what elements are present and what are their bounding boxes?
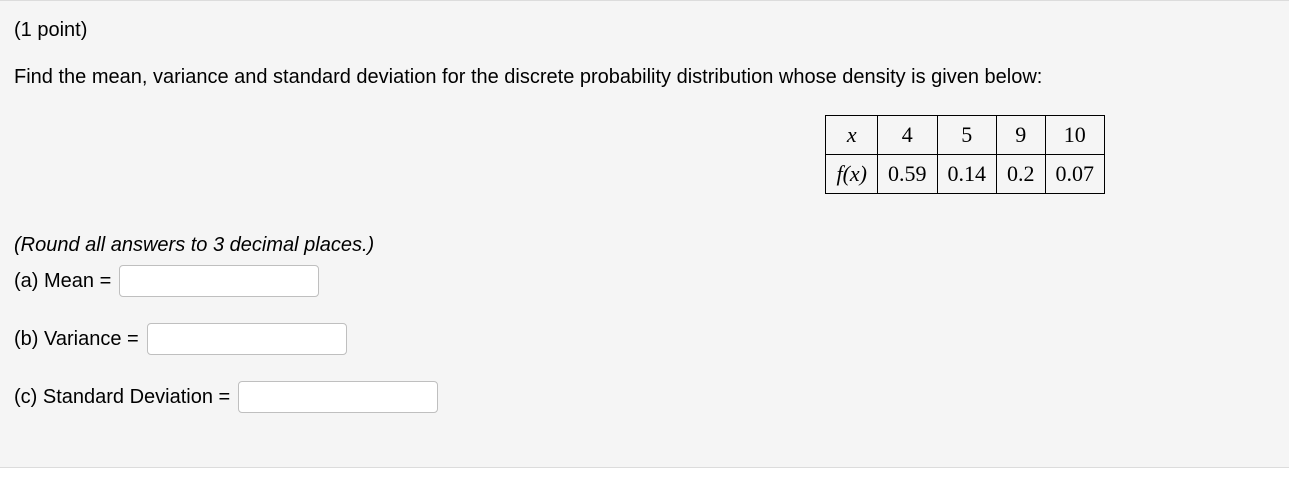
rounding-note: (Round all answers to 3 decimal places.) [14, 234, 1275, 257]
fx-value-cell: 0.07 [1045, 155, 1105, 194]
fx-value-cell: 0.14 [937, 155, 997, 194]
fx-value-cell: 0.59 [878, 155, 938, 194]
part-a-label: (a) Mean = [14, 270, 111, 293]
table-row: x 4 5 9 10 [826, 116, 1105, 155]
fx-header-cell: f(x) [826, 155, 878, 194]
points-label: (1 point) [14, 19, 1275, 42]
x-value-cell: 5 [937, 116, 997, 155]
question-container: (1 point) Find the mean, variance and st… [0, 0, 1289, 468]
mean-input[interactable] [119, 265, 319, 297]
part-c-row: (c) Standard Deviation = [14, 381, 1275, 413]
distribution-table-holder: x 4 5 9 10 f(x) 0.59 0.14 0.2 0.07 [14, 115, 1275, 194]
part-a-row: (a) Mean = [14, 265, 1275, 297]
x-value-cell: 10 [1045, 116, 1105, 155]
part-c-label: (c) Standard Deviation = [14, 386, 230, 409]
variance-input[interactable] [147, 323, 347, 355]
x-header-cell: x [826, 116, 878, 155]
part-b-row: (b) Variance = [14, 323, 1275, 355]
question-prompt: Find the mean, variance and standard dev… [14, 66, 1275, 89]
distribution-table: x 4 5 9 10 f(x) 0.59 0.14 0.2 0.07 [825, 115, 1105, 194]
std-dev-input[interactable] [238, 381, 438, 413]
part-b-label: (b) Variance = [14, 328, 139, 351]
x-value-cell: 4 [878, 116, 938, 155]
fx-value-cell: 0.2 [997, 155, 1046, 194]
x-value-cell: 9 [997, 116, 1046, 155]
table-row: f(x) 0.59 0.14 0.2 0.07 [826, 155, 1105, 194]
